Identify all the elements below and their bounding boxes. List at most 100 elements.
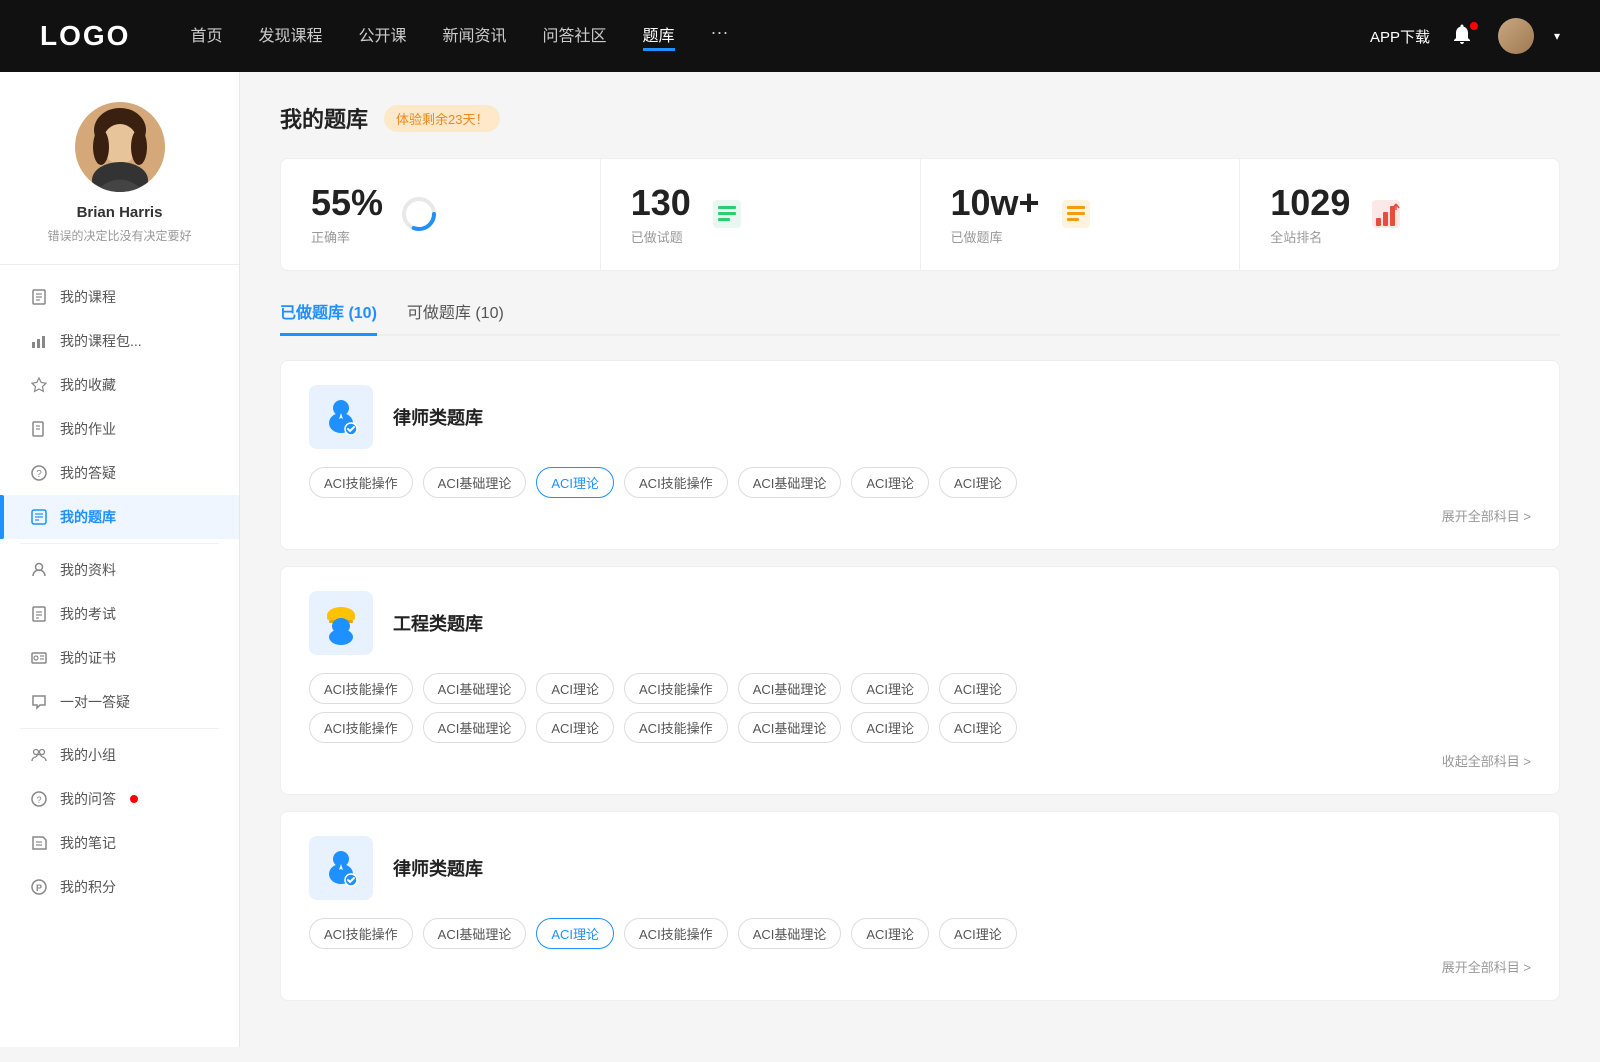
tag-1-5[interactable]: ACI理论 — [851, 467, 929, 498]
tag-3-0[interactable]: ACI技能操作 — [309, 918, 413, 949]
nav-links: 首页 发现课程 公开课 新闻资讯 问答社区 题库 ··· — [190, 22, 1370, 51]
sidebar-item-my-quiz[interactable]: 我的题库 — [0, 495, 239, 539]
tag-1-3[interactable]: ACI技能操作 — [624, 467, 728, 498]
doc-icon — [30, 420, 48, 438]
sidebar-item-my-group[interactable]: 我的小组 — [0, 733, 239, 777]
quiz-bank-title-3: 律师类题库 — [393, 855, 483, 881]
file-icon — [30, 288, 48, 306]
sidebar-item-my-packages[interactable]: 我的课程包... — [0, 319, 239, 363]
sidebar-item-my-points[interactable]: P 我的积分 — [0, 865, 239, 909]
chart-icon — [30, 332, 48, 350]
tab-done-banks[interactable]: 已做题库 (10) — [280, 299, 377, 336]
nav-chevron-down-icon[interactable]: ▾ — [1554, 29, 1560, 43]
quiz-bank-icon-engineer — [309, 591, 373, 655]
nav-user-avatar[interactable] — [1498, 18, 1534, 54]
tag-1-2[interactable]: ACI理论 — [536, 467, 614, 498]
stat-label-done-questions: 已做试题 — [631, 227, 691, 246]
avatar-portrait — [75, 102, 165, 192]
tag-3-6[interactable]: ACI理论 — [939, 918, 1017, 949]
tag-1-6[interactable]: ACI理论 — [939, 467, 1017, 498]
tag-2-0[interactable]: ACI技能操作 — [309, 673, 413, 704]
quiz-bank-header-3: 律师类题库 — [309, 836, 1531, 900]
lawyer-person-icon-2 — [319, 846, 363, 890]
nav-more[interactable]: ··· — [711, 22, 729, 51]
tag-2-6[interactable]: ACI理论 — [939, 673, 1017, 704]
sidebar-item-my-questions[interactable]: ? 我的答疑 — [0, 451, 239, 495]
stat-value-done-questions: 130 — [631, 183, 691, 223]
tag-1-1[interactable]: ACI基础理论 — [423, 467, 527, 498]
quiz-bank-tags-3: ACI技能操作 ACI基础理论 ACI理论 ACI技能操作 ACI基础理论 AC… — [309, 918, 1531, 949]
sidebar-item-my-notes[interactable]: 我的笔记 — [0, 821, 239, 865]
sidebar-item-one-on-one[interactable]: 一对一答疑 — [0, 680, 239, 724]
tag-3-4[interactable]: ACI基础理论 — [738, 918, 842, 949]
svg-text:?: ? — [36, 795, 41, 805]
stat-icon-list-orange — [1056, 194, 1096, 234]
nav-open-course[interactable]: 公开课 — [358, 22, 406, 51]
tag-3-5[interactable]: ACI理论 — [851, 918, 929, 949]
profile-name: Brian Harris — [77, 204, 163, 221]
main-layout: Brian Harris 错误的决定比没有决定要好 我的课程 我的课程包... — [0, 72, 1600, 1047]
nav-home[interactable]: 首页 — [190, 22, 222, 51]
notes-icon — [30, 834, 48, 852]
nav-logo: LOGO — [40, 20, 130, 52]
stat-value-done-banks: 10w+ — [951, 183, 1040, 223]
nav-discover[interactable]: 发现课程 — [258, 22, 322, 51]
tag-3-2[interactable]: ACI理论 — [536, 918, 614, 949]
chat-icon — [30, 693, 48, 711]
sidebar-item-my-homework[interactable]: 我的作业 — [0, 407, 239, 451]
sidebar-item-my-exam[interactable]: 我的考试 — [0, 592, 239, 636]
tabs-row: 已做题库 (10) 可做题库 (10) — [280, 299, 1560, 336]
tag-2-2[interactable]: ACI理论 — [536, 673, 614, 704]
star-icon — [30, 376, 48, 394]
tag-2-10[interactable]: ACI技能操作 — [624, 712, 728, 743]
top-nav: LOGO 首页 发现课程 公开课 新闻资讯 问答社区 题库 ··· APP下载 … — [0, 0, 1600, 72]
main-content: 我的题库 体验剩余23天！ 55% 正确率 — [240, 72, 1600, 1047]
stat-card-done-banks: 10w+ 已做题库 — [921, 159, 1241, 270]
stat-icon-bar-chart — [1366, 194, 1406, 234]
stat-icon-accuracy — [399, 194, 439, 234]
lawyer-person-icon — [319, 395, 363, 439]
tag-3-1[interactable]: ACI基础理论 — [423, 918, 527, 949]
nav-news[interactable]: 新闻资讯 — [443, 22, 507, 51]
tag-2-7[interactable]: ACI技能操作 — [309, 712, 413, 743]
tag-2-13[interactable]: ACI理论 — [939, 712, 1017, 743]
stat-label-rank: 全站排名 — [1270, 227, 1350, 246]
stat-label-accuracy: 正确率 — [311, 227, 383, 246]
expand-link-3[interactable]: 展开全部科目 > — [309, 957, 1531, 976]
nav-notification-bell[interactable] — [1450, 22, 1478, 50]
tag-2-8[interactable]: ACI基础理论 — [423, 712, 527, 743]
notification-dot — [1470, 22, 1478, 30]
sidebar-item-my-cert[interactable]: 我的证书 — [0, 636, 239, 680]
quiz-bank-tags-2-row2: ACI技能操作 ACI基础理论 ACI理论 ACI技能操作 ACI基础理论 AC… — [309, 712, 1531, 743]
collapse-link-2[interactable]: 收起全部科目 > — [309, 751, 1531, 770]
tag-2-9[interactable]: ACI理论 — [536, 712, 614, 743]
tab-available-banks[interactable]: 可做题库 (10) — [407, 299, 504, 336]
stat-label-done-banks: 已做题库 — [951, 227, 1040, 246]
tag-1-0[interactable]: ACI技能操作 — [309, 467, 413, 498]
sidebar-item-my-answers[interactable]: ? 我的问答 — [0, 777, 239, 821]
tag-1-4[interactable]: ACI基础理论 — [738, 467, 842, 498]
sidebar-divider-2 — [20, 728, 219, 729]
expand-link-1[interactable]: 展开全部科目 > — [309, 506, 1531, 525]
svg-text:?: ? — [36, 469, 42, 480]
sidebar-item-my-favorites[interactable]: 我的收藏 — [0, 363, 239, 407]
donut-chart — [400, 195, 438, 233]
tag-2-12[interactable]: ACI理论 — [851, 712, 929, 743]
tag-2-5[interactable]: ACI理论 — [851, 673, 929, 704]
tag-2-4[interactable]: ACI基础理论 — [738, 673, 842, 704]
profile-avatar — [75, 102, 165, 192]
nav-qa[interactable]: 问答社区 — [543, 22, 607, 51]
tag-3-3[interactable]: ACI技能操作 — [624, 918, 728, 949]
svg-text:P: P — [36, 883, 42, 893]
nav-app-download[interactable]: APP下载 — [1370, 26, 1430, 47]
stat-value-accuracy: 55% — [311, 183, 383, 223]
tag-2-11[interactable]: ACI基础理论 — [738, 712, 842, 743]
tag-2-3[interactable]: ACI技能操作 — [624, 673, 728, 704]
cert-icon — [30, 649, 48, 667]
sidebar-item-my-courses[interactable]: 我的课程 — [0, 275, 239, 319]
sidebar-item-my-profile[interactable]: 我的资料 — [0, 548, 239, 592]
tag-2-1[interactable]: ACI基础理论 — [423, 673, 527, 704]
nav-quiz[interactable]: 题库 — [643, 22, 675, 51]
quiz-bank-tags-2-row1: ACI技能操作 ACI基础理论 ACI理论 ACI技能操作 ACI基础理论 AC… — [309, 673, 1531, 704]
nav-right: APP下载 ▾ — [1370, 18, 1560, 54]
